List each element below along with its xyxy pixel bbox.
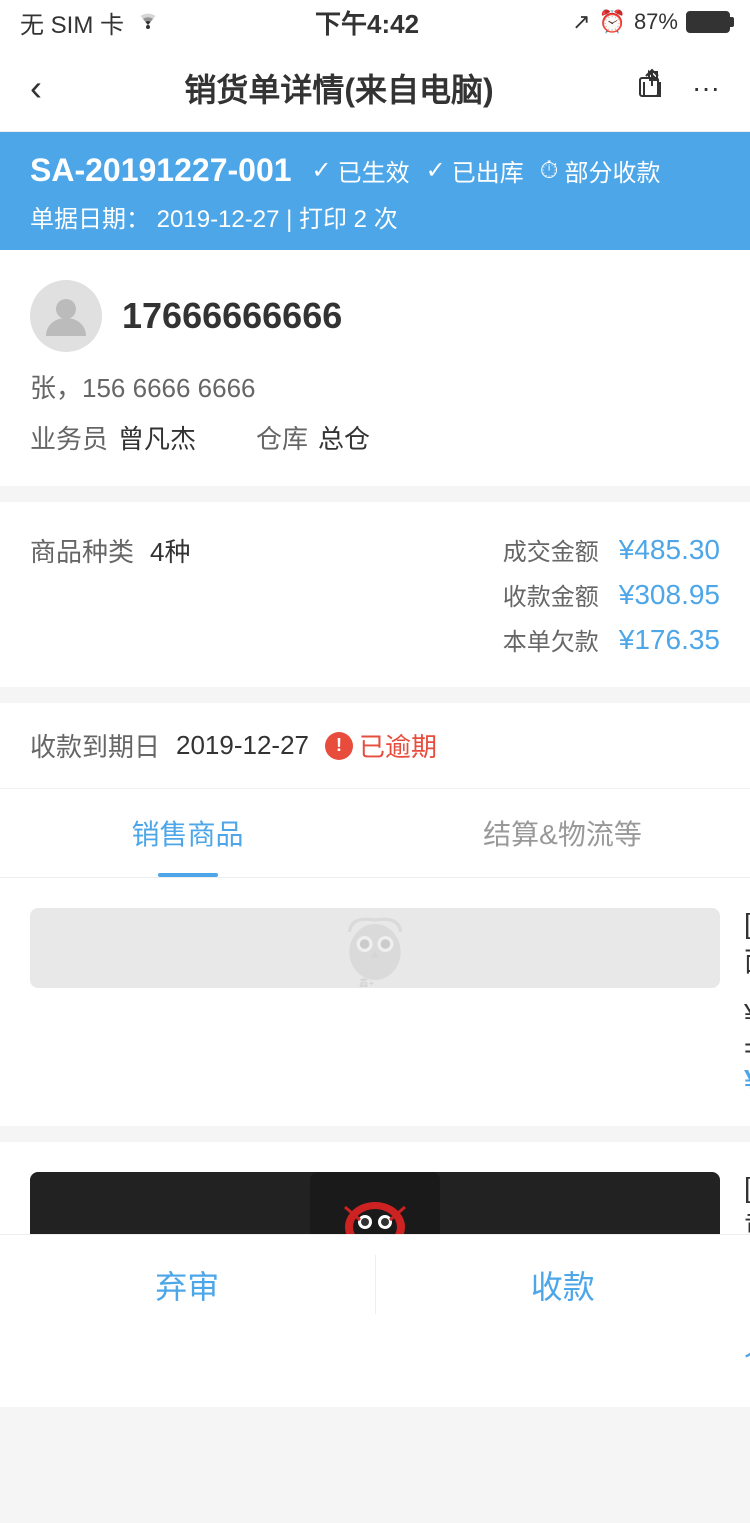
category-label: 商品种类 <box>30 532 134 569</box>
customer-name-phone: 张，156 6666 6666 <box>30 368 720 405</box>
product-thumb-1: 鑫+ <box>30 908 720 988</box>
sales-name: 曾凡杰 <box>118 419 196 456</box>
nav-actions: ··· <box>636 68 720 107</box>
order-id: SA-20191227-001 <box>30 152 292 189</box>
badge-effective-label: 已生效 <box>338 153 410 188</box>
back-button[interactable]: ‹ <box>30 67 42 109</box>
tab-sales-products[interactable]: 销售商品 <box>0 789 375 877</box>
order-header-banner: SA-20191227-001 ✓ 已生效 ✓ 已出库 ⏱ 部分收款 单据日期：… <box>0 132 750 250</box>
location-icon: ↗ <box>572 9 590 35</box>
status-right: ↗ ⏰ 87% <box>572 9 730 35</box>
deal-amount-value: ¥485.30 <box>619 534 720 566</box>
product-info-1: [0000002]面包 ¥40 x 5袋 = ¥199.99 <box>744 908 750 1096</box>
tab-settlement[interactable]: 结算&物流等 <box>375 789 750 877</box>
deal-amount-item: 成交金额 ¥485.30 <box>503 532 720 567</box>
warehouse-name: 总仓 <box>318 419 370 456</box>
print-info: | 打印 2 次 <box>286 206 398 233</box>
category-value: 4种 <box>150 532 190 569</box>
cancel-button[interactable]: 弃审 <box>0 1235 375 1334</box>
check-icon-1: ✓ <box>312 156 332 185</box>
product-unit-price-1: ¥40 <box>744 998 750 1029</box>
clock-icon: ⏱ <box>540 157 559 185</box>
svg-text:鑫+: 鑫+ <box>359 977 375 988</box>
overdue-icon: ! <box>325 732 353 760</box>
stats-left: 商品种类 4种 <box>30 532 190 569</box>
due-date: 2019-12-27 <box>176 730 309 761</box>
status-bar: 无 SIM 卡 下午4:42 ↗ ⏰ 87% <box>0 0 750 44</box>
confirm-button[interactable]: 收款 <box>376 1235 750 1334</box>
product-name-1: [0000002]面包 <box>744 908 750 980</box>
check-icon-2: ✓ <box>426 156 446 185</box>
received-value: ¥308.95 <box>619 579 720 611</box>
status-left: 无 SIM 卡 <box>20 5 162 40</box>
sales-label: 业务员 <box>30 419 108 456</box>
badge-partial-label: 部分收款 <box>564 153 660 188</box>
product-price-1: ¥40 x 5袋 = ¥199.99 <box>744 992 750 1096</box>
tab-sales-label: 销售商品 <box>131 813 243 853</box>
order-date-info: 单据日期： 2019-12-27 | 打印 2 次 <box>30 199 720 234</box>
product-item-1: 鑫+ [0000002]面包 ¥40 x 5袋 = ¥199.99 <box>0 878 750 1126</box>
deal-amount-label: 成交金额 <box>503 532 599 567</box>
warehouse-label: 仓库 <box>256 419 308 456</box>
due-section: 收款到期日 2019-12-27 ! 已逾期 <box>0 703 750 789</box>
battery-icon <box>686 11 730 33</box>
debt-item: 本单欠款 ¥176.35 <box>503 622 720 657</box>
page-title: 销货单详情(来自电脑) <box>184 65 493 111</box>
tab-settlement-label: 结算&物流等 <box>483 813 642 853</box>
battery-text: 87% <box>634 9 678 35</box>
received-label: 收款金额 <box>503 577 599 612</box>
product-total-1: ¥199.99 <box>744 1064 750 1095</box>
tab-bar: 销售商品 结算&物流等 <box>0 789 750 878</box>
sales-info: 业务员 曾凡杰 <box>30 419 196 456</box>
stats-right: 成交金额 ¥485.30 收款金额 ¥308.95 本单欠款 ¥176.35 <box>503 532 720 657</box>
customer-meta: 业务员 曾凡杰 仓库 总仓 <box>30 419 720 456</box>
wifi-icon <box>134 8 162 36</box>
nav-bar: ‹ 销货单详情(来自电脑) ··· <box>0 44 750 132</box>
carrier-text: 无 SIM 卡 <box>20 5 124 40</box>
date-label: 单据日期： <box>30 206 150 233</box>
due-label: 收款到期日 <box>30 727 160 764</box>
order-date: 2019-12-27 <box>157 206 280 233</box>
customer-avatar <box>30 280 102 352</box>
order-badges: ✓ 已生效 ✓ 已出库 ⏱ 部分收款 <box>312 153 661 188</box>
customer-phone: 17666666666 <box>122 295 342 337</box>
received-item: 收款金额 ¥308.95 <box>503 577 720 612</box>
share-button[interactable] <box>636 68 668 107</box>
bottom-bar: 弃审 收款 <box>0 1234 750 1334</box>
badge-partial-payment: ⏱ 部分收款 <box>540 153 661 188</box>
stats-section: 商品种类 4种 成交金额 ¥485.30 收款金额 ¥308.95 本单欠款 ¥… <box>0 502 750 687</box>
debt-value: ¥176.35 <box>619 624 720 656</box>
more-button[interactable]: ··· <box>692 72 720 104</box>
overdue-badge: ! 已逾期 <box>325 727 437 764</box>
overdue-text: 已逾期 <box>359 727 437 764</box>
customer-section: 17666666666 张，156 6666 6666 业务员 曾凡杰 仓库 总… <box>0 250 750 486</box>
badge-shipped: ✓ 已出库 <box>426 153 524 188</box>
alarm-icon: ⏰ <box>599 9 626 35</box>
status-time: 下午4:42 <box>315 4 419 41</box>
debt-label: 本单欠款 <box>503 622 599 657</box>
badge-shipped-label: 已出库 <box>452 153 524 188</box>
warehouse-info: 仓库 总仓 <box>256 419 370 456</box>
badge-effective: ✓ 已生效 <box>312 153 410 188</box>
